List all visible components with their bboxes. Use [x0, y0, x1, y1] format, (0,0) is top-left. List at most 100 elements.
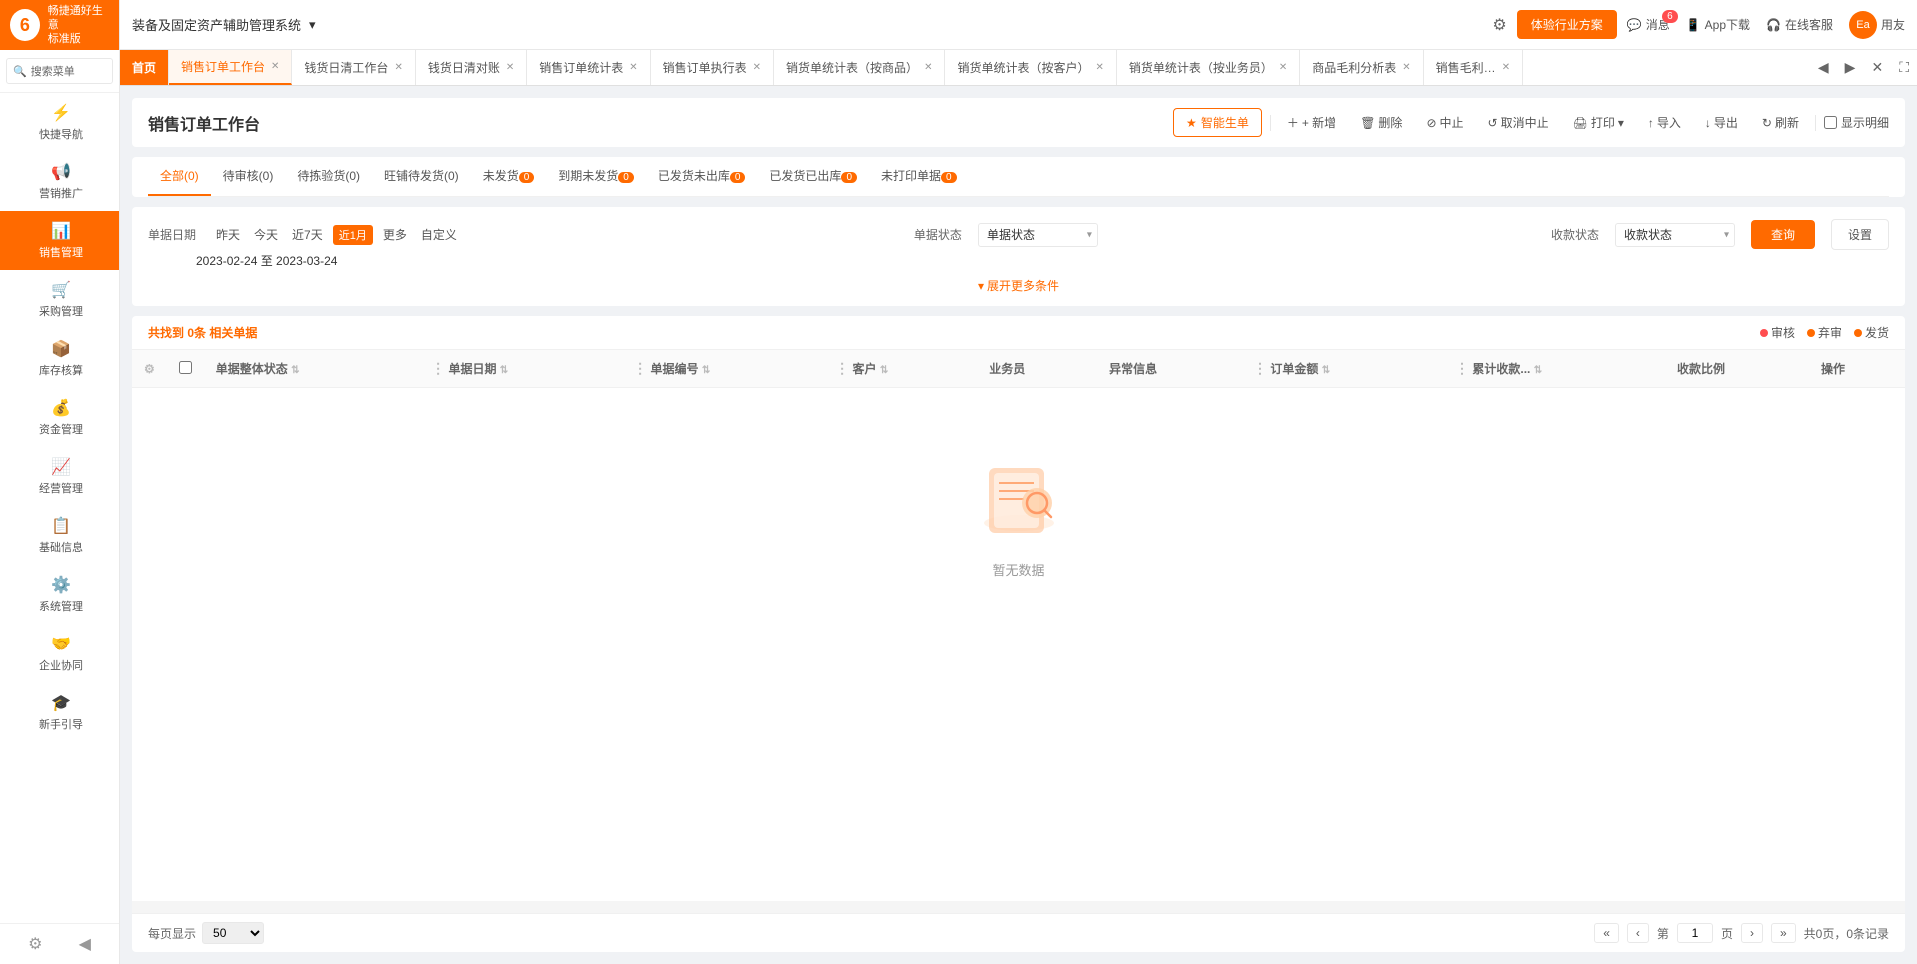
tab-close-goods-stats[interactable]: ✕	[924, 62, 932, 73]
tab-close-sales-margin[interactable]: ✕	[1502, 62, 1510, 73]
sidebar-item-marketing[interactable]: 📢 营销推广	[0, 152, 119, 211]
system-dropdown-btn[interactable]: ▾	[309, 17, 316, 33]
sidebar-collapse-btn[interactable]: ◀	[79, 934, 91, 954]
subtab-pending-check[interactable]: 待拣验货(0)	[285, 157, 372, 196]
tab-sales-workbench[interactable]: 销售订单工作台 ✕	[169, 50, 292, 85]
tab-goods-stats[interactable]: 销货单统计表（按商品） ✕	[774, 50, 945, 85]
drag-handle-cumulative[interactable]: ⋮	[1455, 360, 1469, 376]
tab-fullscreen-btn[interactable]: ⛶	[1891, 50, 1917, 85]
topbar-settings-btn[interactable]: ⚙	[1492, 15, 1506, 35]
ship-action-btn[interactable]: 发货	[1854, 324, 1889, 341]
sidebar-item-system[interactable]: ⚙️ 系统管理	[0, 565, 119, 624]
tab-customer-stats[interactable]: 销货单统计表（按客户） ✕	[945, 50, 1116, 85]
sort-icon-amount[interactable]: ⇅	[1322, 365, 1330, 376]
next-page-btn[interactable]: ›	[1741, 923, 1763, 943]
sort-icon-status[interactable]: ⇅	[291, 365, 299, 376]
audit-action-btn[interactable]: 审核	[1760, 324, 1795, 341]
tab-scroll-left-btn[interactable]: ◀	[1810, 50, 1837, 85]
app-download-btn[interactable]: 📱 App下载	[1686, 16, 1750, 33]
sidebar-item-operations[interactable]: 📈 经营管理	[0, 447, 119, 506]
tab-scroll-right-btn[interactable]: ▶	[1837, 50, 1864, 85]
select-all-checkbox[interactable]	[179, 361, 192, 374]
subtab-wangpu[interactable]: 旺铺待发货(0)	[372, 157, 471, 196]
sidebar-item-sales[interactable]: 📊 销售管理	[0, 211, 119, 270]
search-menu-btn[interactable]: 🔍 搜索菜单	[6, 58, 113, 84]
tab-close-sales-stats[interactable]: ✕	[629, 62, 637, 73]
query-btn[interactable]: 查询	[1751, 220, 1815, 249]
sidebar-item-purchase[interactable]: 🛒 采购管理	[0, 270, 119, 329]
subtab-unprinted[interactable]: 未打印单据0	[869, 157, 969, 196]
sort-icon-cumulative[interactable]: ⇅	[1534, 365, 1542, 376]
status-filter-select[interactable]: 单据状态	[978, 223, 1098, 247]
sidebar-settings-btn[interactable]: ⚙	[28, 934, 42, 954]
subtab-shipped-out[interactable]: 已发货已出库0	[757, 157, 869, 196]
tab-close-reconcile[interactable]: ✕	[506, 62, 514, 73]
column-settings-icon[interactable]: ⚙	[144, 362, 155, 376]
subtab-all[interactable]: 全部(0)	[148, 157, 211, 196]
tab-daily-clear[interactable]: 钱货日清工作台 ✕	[292, 50, 415, 85]
show-detail-checkbox[interactable]: 显示明细	[1824, 114, 1889, 131]
date-btn-today[interactable]: 今天	[250, 224, 282, 245]
page-number-input[interactable]	[1677, 923, 1713, 943]
payment-filter-select[interactable]: 收款状态	[1615, 223, 1735, 247]
sidebar-item-inventory[interactable]: 📦 库存核算	[0, 329, 119, 388]
smart-generate-btn[interactable]: ★ 智能生单	[1173, 108, 1262, 137]
print-btn[interactable]: 🖨 打印 ▾	[1565, 110, 1632, 135]
tab-close-customer-stats[interactable]: ✕	[1095, 62, 1103, 73]
tab-margin-analysis[interactable]: 商品毛利分析表 ✕	[1300, 50, 1423, 85]
sidebar-item-finance[interactable]: 💰 资金管理	[0, 388, 119, 447]
sidebar-item-basic-info[interactable]: 📋 基础信息	[0, 506, 119, 565]
drag-handle-customer[interactable]: ⋮	[835, 360, 849, 376]
date-btn-custom[interactable]: 自定义	[417, 224, 461, 245]
tab-close-all-btn[interactable]: ✕	[1863, 50, 1891, 85]
drag-handle-number[interactable]: ⋮	[633, 360, 647, 376]
suspend-btn[interactable]: ⊘ 中止	[1418, 110, 1471, 135]
tab-close-sales-exec[interactable]: ✕	[753, 62, 761, 73]
tab-sales-stats[interactable]: 销售订单统计表 ✕	[527, 50, 650, 85]
sort-icon-number[interactable]: ⇅	[702, 365, 710, 376]
user-menu-btn[interactable]: Ea 用友	[1849, 11, 1905, 39]
sidebar-item-quick-nav[interactable]: ⚡ 快捷导航	[0, 93, 119, 152]
subtab-overdue-unshipped[interactable]: 到期未发货0	[546, 157, 646, 196]
tab-reconcile[interactable]: 钱货日清对账 ✕	[416, 50, 527, 85]
drag-handle-date[interactable]: ⋮	[431, 360, 445, 376]
date-btn-yesterday[interactable]: 昨天	[212, 224, 244, 245]
sort-icon-customer[interactable]: ⇅	[880, 365, 888, 376]
detail-checkbox-input[interactable]	[1824, 116, 1837, 129]
subtab-unshipped[interactable]: 未发货0	[471, 157, 547, 196]
prev-page-btn[interactable]: ‹	[1627, 923, 1649, 943]
tab-close-margin-analysis[interactable]: ✕	[1402, 62, 1410, 73]
date-btn-1month[interactable]: 近1月	[333, 225, 373, 245]
tab-close-sales-workbench[interactable]: ✕	[271, 61, 279, 72]
solution-btn[interactable]: 体验行业方案	[1517, 10, 1617, 39]
date-btn-more[interactable]: 更多	[379, 224, 411, 245]
tab-sales-margin[interactable]: 销售毛利… ✕	[1424, 50, 1523, 85]
export-btn[interactable]: ↓ 导出	[1697, 110, 1746, 135]
sidebar-item-enterprise[interactable]: 🤝 企业协同	[0, 624, 119, 683]
date-btn-7days[interactable]: 近7天	[288, 224, 327, 245]
expand-filters-btn[interactable]: ▾ 展开更多条件	[978, 277, 1059, 294]
delete-btn[interactable]: 🗑 删除	[1352, 110, 1410, 135]
tab-sales-rep-stats[interactable]: 销货单统计表（按业务员） ✕	[1117, 50, 1300, 85]
message-btn[interactable]: 💬 消息 6	[1627, 16, 1670, 33]
subtab-shipped-not-out[interactable]: 已发货未出库0	[646, 157, 758, 196]
unaudit-action-btn[interactable]: 弃审	[1807, 324, 1842, 341]
add-btn[interactable]: ＋ + 新增	[1279, 110, 1344, 135]
first-page-btn[interactable]: «	[1594, 923, 1619, 943]
tab-sales-exec[interactable]: 销售订单执行表 ✕	[651, 50, 774, 85]
last-page-btn[interactable]: »	[1771, 923, 1796, 943]
tab-home[interactable]: 首页	[120, 50, 169, 85]
refresh-btn[interactable]: ↻ 刷新	[1754, 110, 1807, 135]
per-page-select[interactable]: 50	[202, 922, 264, 944]
online-service-btn[interactable]: 🎧 在线客服	[1766, 16, 1833, 33]
filter-setting-btn[interactable]: 设置	[1831, 219, 1889, 250]
import-btn[interactable]: ↑ 导入	[1640, 110, 1689, 135]
horizontal-scrollbar[interactable]	[132, 901, 1905, 913]
sort-icon-date[interactable]: ⇅	[500, 365, 508, 376]
drag-handle-amount[interactable]: ⋮	[1253, 360, 1267, 376]
sidebar-item-guide[interactable]: 🎓 新手引导	[0, 683, 119, 742]
tab-close-daily-clear[interactable]: ✕	[394, 62, 402, 73]
tab-close-sales-rep-stats[interactable]: ✕	[1279, 62, 1287, 73]
subtab-pending-audit[interactable]: 待审核(0)	[211, 157, 286, 196]
cancel-suspend-btn[interactable]: ↺ 取消中止	[1480, 110, 1557, 135]
